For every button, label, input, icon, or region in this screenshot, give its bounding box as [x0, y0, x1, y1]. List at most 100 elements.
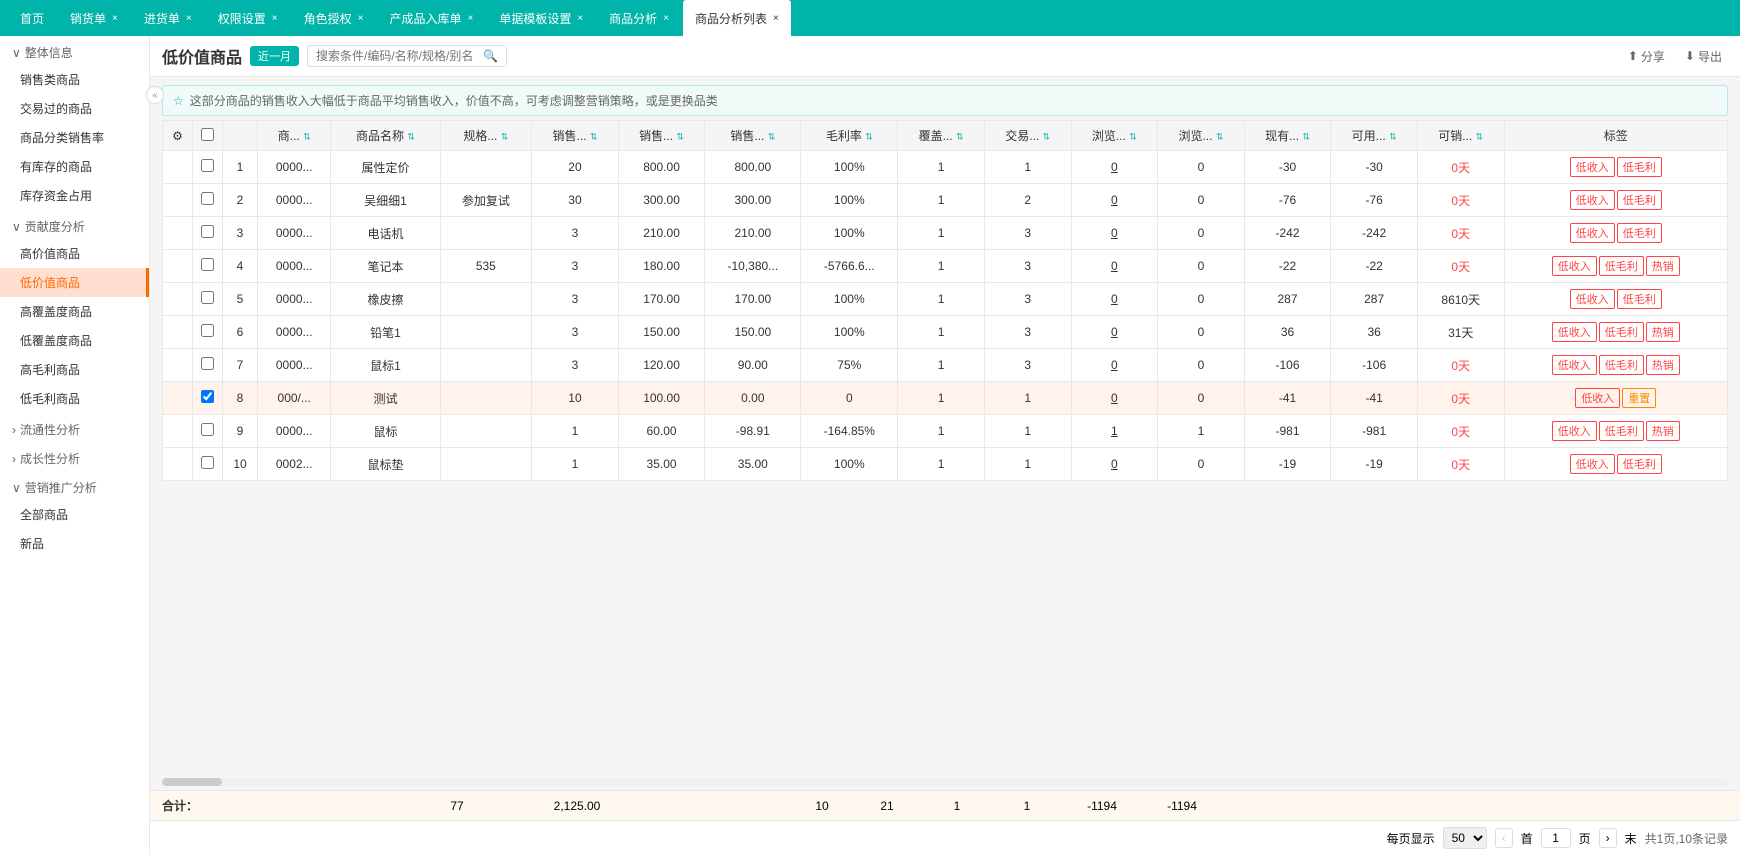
row-checkbox[interactable] — [201, 390, 214, 403]
browse1-link[interactable]: 0 — [1111, 325, 1118, 339]
table-row: 10 0002... 鼠标垫 1 35.00 35.00 100% 1 1 0 … — [163, 448, 1728, 481]
row-checkbox[interactable] — [201, 192, 214, 205]
chevron-down-icon: ∨ — [12, 481, 21, 495]
nav-analysis-list[interactable]: 商品分析列表 × — [683, 0, 791, 36]
nav-template[interactable]: 单据模板设置 × — [487, 0, 595, 36]
sidebar-item-low-coverage[interactable]: 低覆盖度商品 — [0, 326, 149, 355]
sidebar-group-growth[interactable]: › 成长性分析 — [0, 442, 149, 471]
row-checkbox[interactable] — [201, 324, 214, 337]
sidebar-item-new-goods[interactable]: 新品 — [0, 529, 149, 558]
browse1-link[interactable]: 1 — [1111, 424, 1118, 438]
browse2-cell: 0 — [1158, 184, 1245, 217]
name-cell: 电话机 — [331, 217, 440, 250]
code-column-header[interactable]: 商... ⇅ — [258, 121, 331, 151]
close-icon[interactable]: × — [467, 13, 473, 24]
sidebar-item-sales-goods[interactable]: 销售类商品 — [0, 65, 149, 94]
browse1-link[interactable]: 0 — [1111, 160, 1118, 174]
spec-column-header[interactable]: 规格... ⇅ — [440, 121, 532, 151]
days-value: 0天 — [1451, 227, 1470, 241]
sidebar-group-marketing[interactable]: ∨ 营销推广分析 — [0, 471, 149, 500]
sort-icon: ⇅ — [676, 131, 684, 141]
tag-cell: 低收入低毛利热销 — [1504, 250, 1727, 283]
nav-sales[interactable]: 销货单 × — [58, 0, 130, 36]
nav-role[interactable]: 角色授权 × — [292, 0, 376, 36]
browse1-link[interactable]: 0 — [1111, 391, 1118, 405]
sellable-cell: 0天 — [1417, 448, 1504, 481]
sales-profit-column-header[interactable]: 销售... ⇅ — [705, 121, 801, 151]
sales-amount-column-header[interactable]: 销售... ⇅ — [618, 121, 705, 151]
sidebar-item-all-goods[interactable]: 全部商品 — [0, 500, 149, 529]
nav-purchase[interactable]: 进货单 × — [132, 0, 204, 36]
row-checkbox[interactable] — [201, 225, 214, 238]
export-button[interactable]: ⬇ 导出 — [1679, 45, 1728, 68]
sidebar-item-low-value[interactable]: 低价值商品 — [0, 268, 149, 297]
sidebar-item-high-coverage[interactable]: 高覆盖度商品 — [0, 297, 149, 326]
first-page-button[interactable]: ‹ — [1495, 828, 1513, 848]
close-icon[interactable]: × — [186, 13, 192, 24]
close-icon[interactable]: × — [358, 13, 364, 24]
spec-cell — [440, 151, 532, 184]
sidebar-item-stock-goods[interactable]: 有库存的商品 — [0, 152, 149, 181]
name-cell: 鼠标垫 — [331, 448, 440, 481]
sales-qty-column-header[interactable]: 销售... ⇅ — [532, 121, 619, 151]
sellable-column-header[interactable]: 可销... ⇅ — [1417, 121, 1504, 151]
browse1-column-header[interactable]: 浏览... ⇅ — [1071, 121, 1158, 151]
row-checkbox[interactable] — [201, 258, 214, 271]
next-page-button[interactable]: › — [1599, 828, 1617, 848]
scrollbar-thumb[interactable] — [162, 778, 222, 786]
horizontal-scrollbar[interactable] — [162, 778, 1728, 786]
gross-rate-column-header[interactable]: 毛利率 ⇅ — [801, 121, 898, 151]
sidebar-item-high-margin[interactable]: 高毛利商品 — [0, 355, 149, 384]
last-page-label[interactable]: 末 — [1625, 830, 1637, 847]
available-column-header[interactable]: 可用... ⇅ — [1331, 121, 1418, 151]
period-badge[interactable]: 近一月 — [250, 46, 299, 66]
search-input[interactable] — [316, 49, 479, 63]
page-size-select[interactable]: 50 — [1443, 827, 1487, 849]
sidebar-group-contribution[interactable]: ∨ 贡献度分析 — [0, 210, 149, 239]
sidebar-item-category-rate[interactable]: 商品分类销售率 — [0, 123, 149, 152]
browse1-link[interactable]: 0 — [1111, 193, 1118, 207]
sidebar-group-overall[interactable]: ∨ 整体信息 — [0, 36, 149, 65]
share-button[interactable]: ⬆ 分享 — [1622, 45, 1671, 68]
nav-home[interactable]: 首页 — [8, 0, 56, 36]
tag: 低收入 — [1575, 388, 1620, 408]
sellable-cell: 0天 — [1417, 151, 1504, 184]
browse1-link[interactable]: 0 — [1111, 226, 1118, 240]
close-icon[interactable]: × — [112, 13, 118, 24]
row-checkbox[interactable] — [201, 357, 214, 370]
sidebar-item-traded-goods[interactable]: 交易过的商品 — [0, 94, 149, 123]
coverage-column-header[interactable]: 覆盖... ⇅ — [898, 121, 985, 151]
browse1-link[interactable]: 0 — [1111, 292, 1118, 306]
days-value: 0天 — [1451, 194, 1470, 208]
current-column-header[interactable]: 现有... ⇅ — [1244, 121, 1331, 151]
sidebar-collapse-button[interactable]: « — [146, 86, 164, 104]
close-icon[interactable]: × — [663, 13, 669, 24]
row-checkbox[interactable] — [201, 423, 214, 436]
row-checkbox[interactable] — [201, 291, 214, 304]
name-column-header[interactable]: 商品名称 ⇅ — [331, 121, 440, 151]
nav-product-in[interactable]: 产成品入库单 × — [377, 0, 485, 36]
gross-rate-cell: 100% — [801, 448, 898, 481]
close-icon[interactable]: × — [773, 13, 779, 24]
trade-column-header[interactable]: 交易... ⇅ — [984, 121, 1071, 151]
browse1-link[interactable]: 0 — [1111, 259, 1118, 273]
gear-column-header[interactable]: ⚙ — [163, 121, 193, 151]
nav-permission[interactable]: 权限设置 × — [206, 0, 290, 36]
browse1-link[interactable]: 0 — [1111, 358, 1118, 372]
sidebar-item-low-margin[interactable]: 低毛利商品 — [0, 384, 149, 413]
sidebar-item-stock-capital[interactable]: 库存资金占用 — [0, 181, 149, 210]
select-all-checkbox[interactable] — [201, 128, 214, 141]
code-cell: 0000... — [258, 316, 331, 349]
days-value: 0天 — [1451, 161, 1470, 175]
browse2-column-header[interactable]: 浏览... ⇅ — [1158, 121, 1245, 151]
sidebar-group-liquidity[interactable]: › 流通性分析 — [0, 413, 149, 442]
row-checkbox[interactable] — [201, 456, 214, 469]
close-icon[interactable]: × — [577, 13, 583, 24]
current-page-input[interactable] — [1541, 828, 1571, 848]
row-checkbox[interactable] — [201, 159, 214, 172]
nav-analysis[interactable]: 商品分析 × — [597, 0, 681, 36]
browse1-link[interactable]: 0 — [1111, 457, 1118, 471]
search-icon[interactable]: 🔍 — [483, 49, 498, 63]
sidebar-item-high-value[interactable]: 高价值商品 — [0, 239, 149, 268]
close-icon[interactable]: × — [272, 13, 278, 24]
